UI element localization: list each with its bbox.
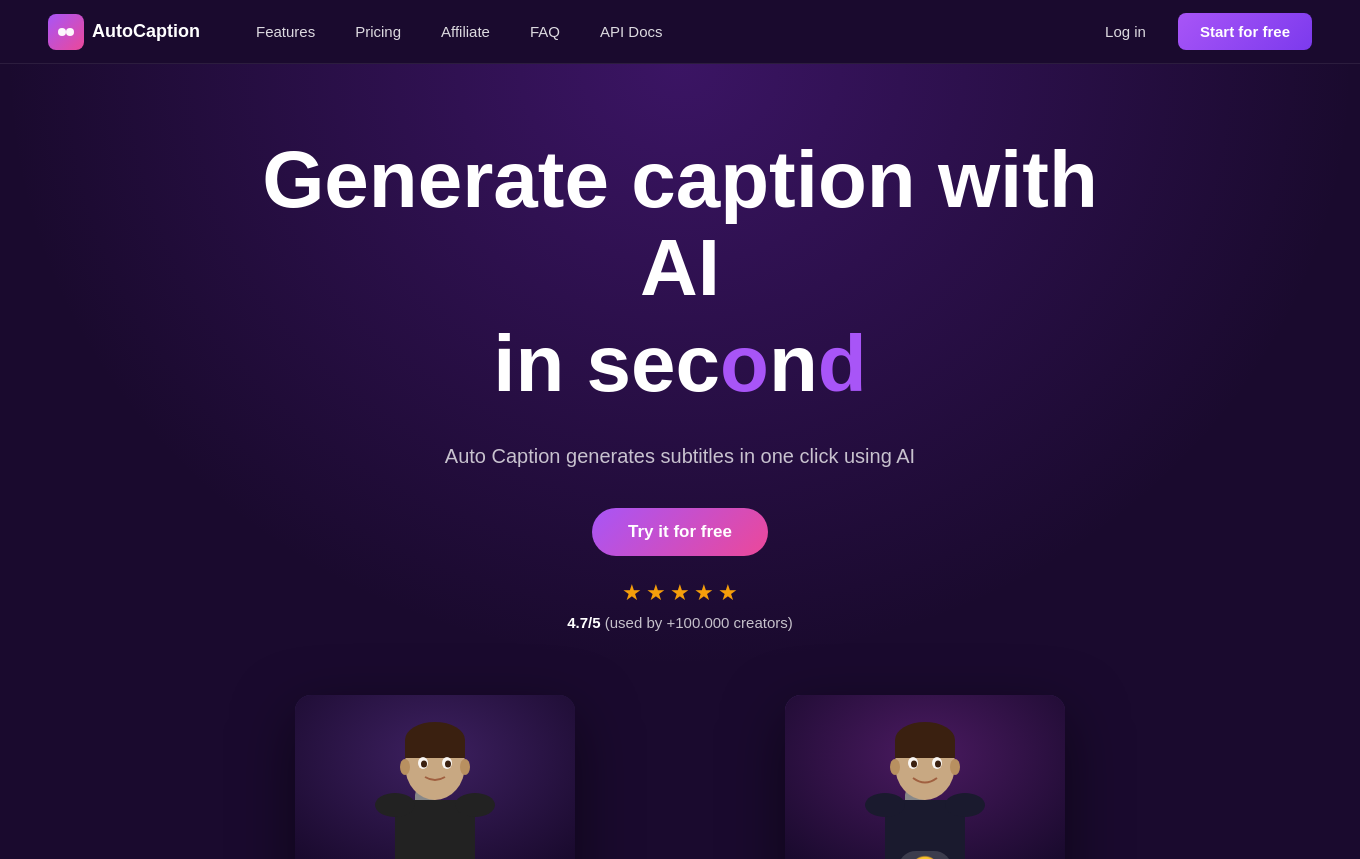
nav-links: Features Pricing Affiliate FAQ API Docs (240, 23, 679, 41)
svg-point-11 (455, 793, 495, 817)
nav-affiliate[interactable]: Affiliate (425, 15, 506, 48)
hero-title-line2: in second (493, 320, 866, 408)
rating-detail: (used by +100.000 creators) (605, 614, 793, 631)
logo[interactable]: AutoCaption (48, 14, 200, 50)
svg-point-26 (865, 793, 905, 817)
star-3: ★ (670, 580, 690, 606)
svg-point-27 (945, 793, 985, 817)
svg-point-0 (58, 28, 66, 36)
hero-title-line1: Generate caption with AI (230, 136, 1130, 312)
star-4: ★ (694, 580, 714, 606)
svg-rect-24 (895, 740, 955, 758)
start-for-free-button[interactable]: Start for free (1178, 13, 1312, 50)
try-for-free-button[interactable]: Try it for free (592, 508, 768, 556)
svg-point-15 (445, 761, 451, 768)
svg-point-33 (950, 759, 960, 775)
svg-point-1 (66, 28, 74, 36)
star-2: ★ (646, 580, 666, 606)
video-card-left (295, 695, 575, 859)
video-section: 😍 (0, 671, 1360, 859)
video-thumbnail-right: 😍 (785, 695, 1065, 859)
nav-faq[interactable]: FAQ (514, 15, 576, 48)
navbar: AutoCaption Features Pricing Affiliate F… (0, 0, 1360, 64)
navbar-left: AutoCaption Features Pricing Affiliate F… (48, 14, 679, 50)
nav-pricing[interactable]: Pricing (339, 15, 417, 48)
navbar-right: Log in Start for free (1089, 13, 1312, 50)
svg-rect-8 (405, 740, 465, 758)
svg-point-31 (935, 761, 941, 768)
rating-text: 4.7/5 (used by +100.000 creators) (567, 614, 793, 631)
video-card-right: 😍 (785, 695, 1065, 859)
svg-point-17 (460, 759, 470, 775)
logo-icon (48, 14, 84, 50)
logo-text: AutoCaption (92, 21, 200, 42)
star-1: ★ (622, 580, 642, 606)
stars-row: ★ ★ ★ ★ ★ (622, 580, 738, 606)
nav-api-docs[interactable]: API Docs (584, 15, 679, 48)
svg-point-32 (890, 759, 900, 775)
rating-value: 4.7/5 (567, 614, 600, 631)
star-5: ★ (718, 580, 738, 606)
login-button[interactable]: Log in (1089, 15, 1162, 48)
svg-point-16 (400, 759, 410, 775)
svg-point-10 (375, 793, 415, 817)
svg-point-14 (421, 761, 427, 768)
video-thumbnail-left (295, 695, 575, 859)
svg-point-30 (911, 761, 917, 768)
hero-section: Generate caption with AI in second Auto … (0, 64, 1360, 671)
nav-features[interactable]: Features (240, 15, 331, 48)
hero-subtitle: Auto Caption generates subtitles in one … (445, 440, 915, 472)
